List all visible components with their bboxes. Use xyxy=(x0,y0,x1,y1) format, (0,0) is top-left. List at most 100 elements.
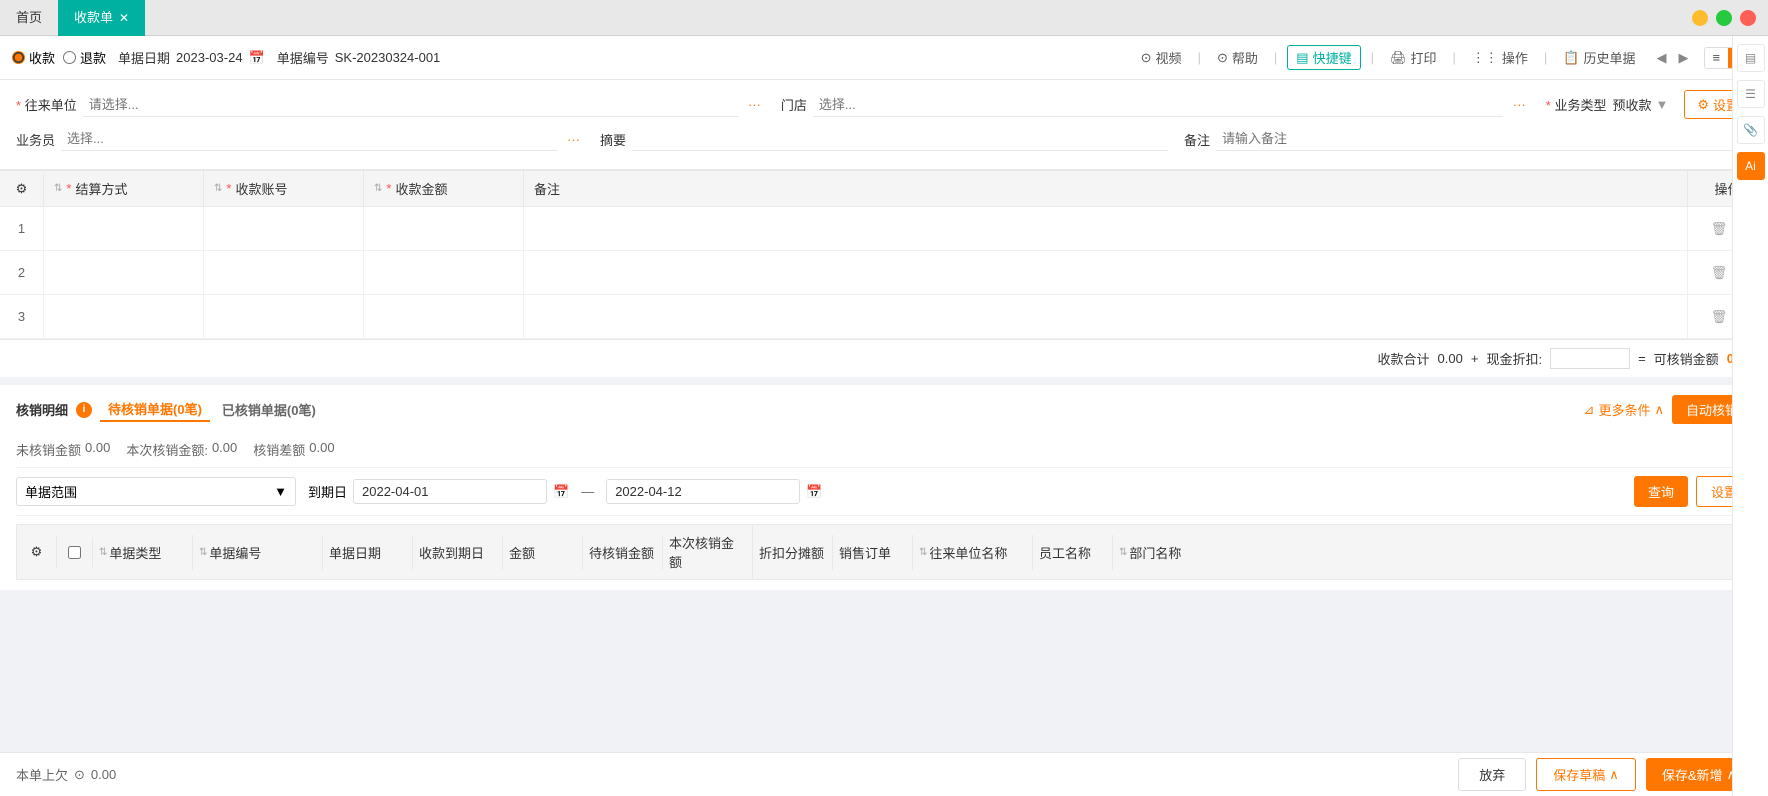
verify-section: 核销明细 i 待核销单据(0笔) 已核销单据(0笔) ⊿ 更多条件 ∧ 自动核销… xyxy=(0,385,1768,590)
tab-home[interactable]: 首页 xyxy=(0,0,58,36)
summary-input[interactable] xyxy=(632,127,1168,151)
col-settings[interactable]: ⚙ xyxy=(0,173,44,205)
remark-input[interactable] xyxy=(1216,127,1752,151)
verify-info-icon[interactable]: i xyxy=(76,402,92,418)
print-btn[interactable]: 🖨 打印 xyxy=(1384,46,1443,69)
tab-receipt[interactable]: 收款单 ✕ xyxy=(58,0,145,36)
lcol-type: ⇅ 单据类型 xyxy=(93,535,193,570)
row-3-remark[interactable] xyxy=(524,295,1688,338)
query-btn[interactable]: 查询 xyxy=(1634,476,1688,507)
nav-prev[interactable]: ◀ xyxy=(1652,48,1672,68)
row-1-account[interactable] xyxy=(204,207,364,250)
col-amount: ⇅ * 收款金额 xyxy=(364,171,524,206)
col-remark: 备注 xyxy=(524,171,1688,206)
lcol-pending: 待核销金额 xyxy=(583,535,663,570)
right-panel-ai-icon[interactable]: Ai xyxy=(1737,152,1765,180)
video-btn[interactable]: ⊙ 视频 xyxy=(1135,46,1188,69)
row-2-method[interactable] xyxy=(44,251,204,294)
footer-info: 本单上欠 ⊙ 0.00 xyxy=(16,765,116,784)
current-stat: 本次核销金额: 0.00 xyxy=(126,440,237,459)
window-minimize[interactable] xyxy=(1692,10,1708,26)
staff-more-btn[interactable]: ··· xyxy=(563,132,584,147)
date-to-calendar-icon[interactable]: 📅 xyxy=(806,484,822,500)
row-2-account[interactable] xyxy=(204,251,364,294)
filter-icon: ⊿ xyxy=(1584,402,1595,418)
toolbar-right: ⊙ 视频 | ⊙ 帮助 | ▤ 快捷键 | 🖨 打印 | ⋮⋮ 操作 | 📋 历… xyxy=(1135,45,1756,70)
row-1-amount[interactable] xyxy=(364,207,524,250)
row-3-method[interactable] xyxy=(44,295,204,338)
lcol-check[interactable] xyxy=(57,538,93,567)
help-icon: ⊙ xyxy=(1217,50,1228,66)
nav-arrows: ◀ ▶ xyxy=(1652,48,1694,68)
lcol-settings[interactable]: ⚙ xyxy=(17,536,57,568)
calendar-icon[interactable]: 📅 xyxy=(249,50,265,66)
row-1-remark[interactable] xyxy=(524,207,1688,250)
tab-bar: 首页 收款单 ✕ xyxy=(0,0,1768,36)
verify-section-title: 核销明细 xyxy=(16,400,68,419)
partner-more-btn[interactable]: ··· xyxy=(744,97,765,112)
right-panel: ▤ ☰ 📎 Ai xyxy=(1732,36,1768,796)
doc-num-value: SK-20230324-001 xyxy=(335,50,441,65)
discard-btn[interactable]: 放弃 xyxy=(1458,758,1526,791)
due-date-from-field: 到期日 📅 xyxy=(308,479,569,504)
diff-stat: 核销差额 0.00 xyxy=(253,440,334,459)
radio-refund[interactable]: 退款 xyxy=(63,48,106,67)
right-panel-list-icon[interactable]: ☰ xyxy=(1737,80,1765,108)
video-icon: ⊙ xyxy=(1141,50,1152,66)
doc-date-field: 单据日期 2023-03-24 📅 xyxy=(118,48,265,67)
form-row-2: 业务员 ··· 摘要 备注 xyxy=(16,127,1752,151)
staff-input[interactable] xyxy=(61,127,557,151)
biz-type-select[interactable]: 预收款 ▼ xyxy=(1612,95,1668,114)
date-from-calendar-icon[interactable]: 📅 xyxy=(553,484,569,500)
col-method: ⇅ * 结算方式 xyxy=(44,171,204,206)
right-panel-attach-icon[interactable]: 📎 xyxy=(1737,116,1765,144)
table-row: 2 🗑 ⊞ xyxy=(0,251,1768,295)
right-panel-table-icon[interactable]: ▤ xyxy=(1737,44,1765,72)
tab-pending-verify[interactable]: 待核销单据(0笔) xyxy=(100,397,210,422)
select-all-checkbox[interactable] xyxy=(68,546,81,559)
partner-input[interactable] xyxy=(83,93,738,117)
table-header: ⚙ ⇅ * 结算方式 ⇅ * 收款账号 ⇅ * 收款金额 备注 操作 xyxy=(0,170,1768,207)
lcol-amount: 金额 xyxy=(503,535,583,570)
row-2-delete-icon[interactable]: 🗑 xyxy=(1711,265,1728,281)
lcol-discount: 折扣分摊额 xyxy=(753,535,833,570)
draft-btn[interactable]: 保存草稿 ∧ xyxy=(1536,758,1636,791)
store-more-btn[interactable]: ··· xyxy=(1509,97,1530,112)
range-chevron-down: ▼ xyxy=(274,484,287,499)
store-input[interactable] xyxy=(813,93,1503,117)
radio-receive[interactable]: 收款 xyxy=(12,48,55,67)
date-to-input[interactable] xyxy=(606,479,800,504)
tab-done-verify[interactable]: 已核销单据(0笔) xyxy=(214,398,324,421)
tab-close-icon[interactable]: ✕ xyxy=(119,0,129,36)
per-order-label: 本单上欠 xyxy=(16,765,68,784)
row-2-remark[interactable] xyxy=(524,251,1688,294)
nav-next[interactable]: ▶ xyxy=(1674,48,1694,68)
row-3-amount[interactable] xyxy=(364,295,524,338)
operation-btn[interactable]: ⋮⋮ 操作 xyxy=(1466,46,1534,69)
row-num-2: 2 xyxy=(0,251,44,294)
more-conditions-btn[interactable]: ⊿ 更多条件 ∧ xyxy=(1584,400,1664,419)
date-range-separator: — xyxy=(581,484,594,499)
row-2-amount[interactable] xyxy=(364,251,524,294)
window-close[interactable] xyxy=(1740,10,1756,26)
row-1-delete-icon[interactable]: 🗑 xyxy=(1711,221,1728,237)
row-1-method[interactable] xyxy=(44,207,204,250)
row-3-delete-icon[interactable]: 🗑 xyxy=(1711,309,1728,325)
history-btn[interactable]: 📋 历史单据 xyxy=(1557,46,1641,69)
date-from-input[interactable] xyxy=(353,479,547,504)
form-area: * 往来单位 ··· 门店 ··· * 业务类型 预收款 ▼ ⚙ 设置 业务员 … xyxy=(0,80,1768,170)
operation-icon: ⋮⋮ xyxy=(1472,50,1498,66)
lcol-current: 本次核销金额 xyxy=(663,525,753,579)
help-btn[interactable]: ⊙ 帮助 xyxy=(1211,46,1264,69)
doc-date-label: 单据日期 xyxy=(118,48,170,67)
settings-gear-icon: ⚙ xyxy=(1697,97,1709,113)
view-list[interactable]: ≡ xyxy=(1705,48,1729,68)
discount-input[interactable] xyxy=(1550,348,1630,369)
remark-field: 备注 xyxy=(1184,127,1752,151)
shortcut-icon: ▤ xyxy=(1296,50,1308,66)
range-select[interactable]: 单据范围 ▼ xyxy=(16,477,296,506)
window-maximize[interactable] xyxy=(1716,10,1732,26)
shortcut-btn[interactable]: ▤ 快捷键 xyxy=(1287,45,1360,70)
biz-type-chevron: ▼ xyxy=(1655,97,1668,112)
row-3-account[interactable] xyxy=(204,295,364,338)
